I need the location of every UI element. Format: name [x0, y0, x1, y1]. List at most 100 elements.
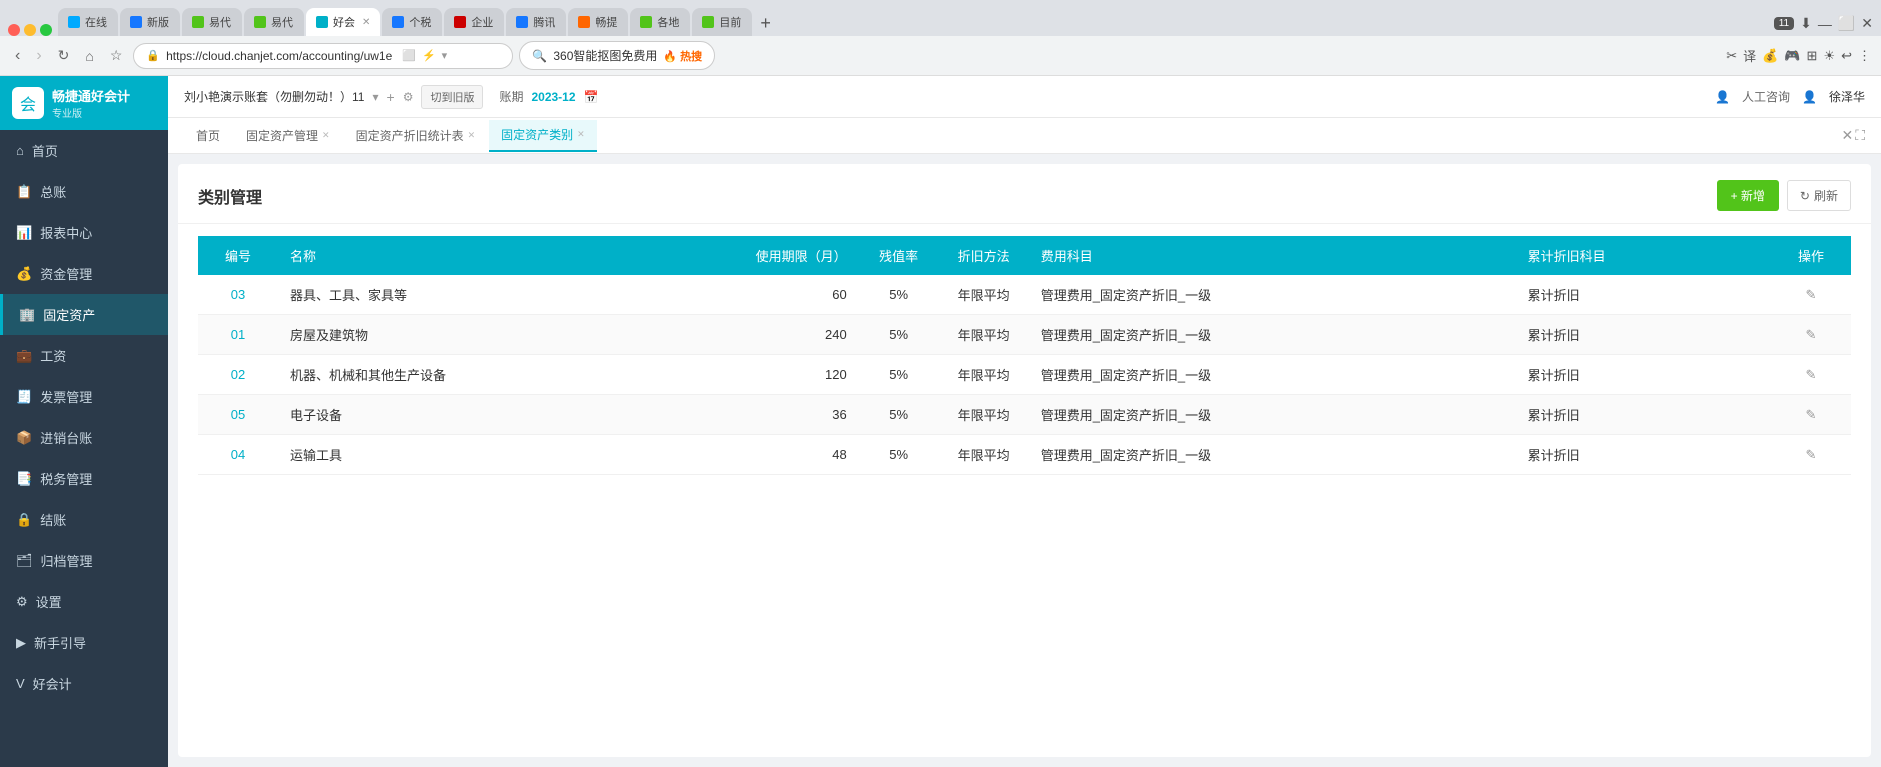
reload-button[interactable]: ↻: [53, 44, 75, 67]
username[interactable]: 徐泽华: [1829, 88, 1865, 105]
funds-icon: 💰: [16, 266, 32, 282]
cell-period: 60: [729, 275, 859, 315]
bookmark-button[interactable]: ☆: [105, 44, 128, 67]
cell-code[interactable]: 03: [198, 275, 278, 315]
cell-expense-subject: 管理费用_固定资产折旧_一级: [1029, 275, 1516, 315]
dropdown-icon[interactable]: ▾: [442, 49, 448, 62]
cell-name: 机器、机械和其他生产设备: [278, 355, 729, 395]
cell-expense-subject: 管理费用_固定资产折旧_一级: [1029, 435, 1516, 475]
tab-home[interactable]: 首页: [184, 120, 232, 152]
address-bar[interactable]: 🔒 https://cloud.chanjet.com/accounting/u…: [133, 43, 513, 69]
browser-tab[interactable]: 个税: [382, 8, 442, 36]
site-info-icon[interactable]: ⬜: [402, 49, 416, 62]
sidebar-item-archive[interactable]: 🗂 归档管理: [0, 540, 168, 581]
consult-label[interactable]: 人工咨询: [1742, 88, 1790, 105]
browser-tab[interactable]: 易代: [182, 8, 242, 36]
cell-action[interactable]: ✎: [1771, 275, 1851, 315]
cell-action[interactable]: ✎: [1771, 395, 1851, 435]
home-button[interactable]: ⌂: [80, 45, 98, 67]
browser-tab[interactable]: 目前: [692, 8, 752, 36]
sidebar-item-tax[interactable]: 📑 税务管理: [0, 458, 168, 499]
tab-close-dep-icon[interactable]: ✕: [468, 130, 476, 141]
win-max-btn[interactable]: [40, 24, 52, 36]
sidebar-item-guide[interactable]: ▶ 新手引导: [0, 622, 168, 663]
cell-action[interactable]: ✎: [1771, 355, 1851, 395]
sidebar-item-reports[interactable]: 📊 报表中心: [0, 212, 168, 253]
grid-icon[interactable]: ⊞: [1807, 48, 1818, 64]
browser-tab[interactable]: 新版: [120, 8, 180, 36]
tab-fixed-asset-depreciation[interactable]: 固定资产折旧统计表 ✕: [344, 120, 488, 152]
switch-old-version-button[interactable]: 切到旧版: [421, 85, 483, 109]
fixed-assets-icon: 🏢: [19, 307, 35, 323]
cell-expense-subject: 管理费用_固定资产折旧_一级: [1029, 355, 1516, 395]
calendar-icon[interactable]: 📅: [584, 90, 599, 104]
add-account-button[interactable]: +: [387, 89, 395, 105]
tab-panel-expand-icon[interactable]: ⛶: [1855, 127, 1865, 144]
undo-icon[interactable]: ↩: [1841, 48, 1852, 64]
minimize-icon[interactable]: —: [1818, 16, 1832, 32]
col-period: 使用期限（月）: [729, 236, 859, 275]
table-container: 编号 名称 使用期限（月） 残值率 折旧方法 费用科目 累计折旧科目 操作 03…: [178, 224, 1871, 487]
page-title: 类别管理: [198, 184, 262, 208]
tab-close-mgmt-icon[interactable]: ✕: [322, 130, 330, 141]
sidebar-item-invoice[interactable]: 🧾 发票管理: [0, 376, 168, 417]
tab-fixed-asset-category[interactable]: 固定资产类别 ✕: [489, 120, 597, 152]
expand-icon[interactable]: ▾: [372, 90, 378, 104]
cell-code[interactable]: 05: [198, 395, 278, 435]
refresh-button[interactable]: ↻ 刷新: [1787, 180, 1851, 211]
sidebar-item-fixed-assets[interactable]: 🏢 固定资产: [0, 294, 168, 335]
win-close-btn[interactable]: [8, 24, 20, 36]
win-min-btn[interactable]: [24, 24, 36, 36]
forward-button[interactable]: ›: [31, 44, 46, 68]
back-button[interactable]: ‹: [10, 44, 25, 68]
sidebar-item-ledger[interactable]: 📋 总账: [0, 171, 168, 212]
hot-label: 🔥 热搜: [663, 48, 702, 64]
table-row: 04 运输工具 48 5% 年限平均 管理费用_固定资产折旧_一级 累计折旧 ✎: [198, 435, 1851, 475]
cell-name: 运输工具: [278, 435, 729, 475]
browser-tab-active[interactable]: 好会 ✕: [306, 8, 380, 36]
maximize-icon[interactable]: ⬜: [1838, 15, 1855, 32]
browser-tab[interactable]: 在线: [58, 8, 118, 36]
sidebar-item-inventory[interactable]: 📦 进销台账: [0, 417, 168, 458]
settings-gear-icon[interactable]: ⚙: [403, 90, 414, 104]
browser-tab[interactable]: 畅提: [568, 8, 628, 36]
sidebar-item-more[interactable]: V 好会计: [0, 663, 168, 704]
tab-fixed-asset-mgmt[interactable]: 固定资产管理 ✕: [234, 120, 342, 152]
topbar: 刘小艳演示账套（勿删勿动！）11 ▾ + ⚙ 切到旧版 账期 2023-12 📅…: [168, 76, 1881, 118]
browser-tab[interactable]: 易代: [244, 8, 304, 36]
menu-icon[interactable]: ⋮: [1858, 48, 1871, 64]
tab-close-cat-icon[interactable]: ✕: [577, 129, 585, 140]
new-tab-button[interactable]: +: [754, 13, 777, 34]
sidebar-item-funds[interactable]: 💰 资金管理: [0, 253, 168, 294]
page-header: 类别管理 + 新增 ↻ 刷新: [178, 164, 1871, 224]
cell-action[interactable]: ✎: [1771, 435, 1851, 475]
tab-close-icon[interactable]: ✕: [362, 17, 370, 28]
cell-code[interactable]: 02: [198, 355, 278, 395]
content-area: 刘小艳演示账套（勿删勿动！）11 ▾ + ⚙ 切到旧版 账期 2023-12 📅…: [168, 76, 1881, 767]
browser-tab[interactable]: 企业: [444, 8, 504, 36]
scissors-icon[interactable]: ✂: [1726, 48, 1737, 64]
wallet-icon[interactable]: 💰: [1762, 48, 1778, 64]
cell-code[interactable]: 04: [198, 435, 278, 475]
translate-icon[interactable]: 译: [1743, 46, 1756, 65]
browser-tab[interactable]: 腾讯: [506, 8, 566, 36]
browser-tab[interactable]: 各地: [630, 8, 690, 36]
logo-sub: 专业版: [52, 105, 130, 120]
salary-icon: 💼: [16, 348, 32, 364]
search-box[interactable]: 🔍 360智能抠图免费用 🔥 热搜: [519, 41, 715, 70]
game-icon[interactable]: 🎮: [1784, 48, 1800, 64]
cell-accum-subject: 累计折旧: [1516, 315, 1771, 355]
sidebar-item-home[interactable]: ⌂ 首页: [0, 130, 168, 171]
user-avatar-icon: 👤: [1802, 90, 1817, 104]
sidebar-item-closing[interactable]: 🔒 结账: [0, 499, 168, 540]
logo-icon: 会: [12, 87, 44, 119]
add-button[interactable]: + 新增: [1717, 180, 1779, 211]
sidebar-item-salary[interactable]: 💼 工资: [0, 335, 168, 376]
cell-action[interactable]: ✎: [1771, 315, 1851, 355]
tab-panel-close-icon[interactable]: ✕: [1841, 127, 1853, 144]
brightness-icon[interactable]: ☀: [1823, 48, 1835, 64]
col-residual: 残值率: [859, 236, 939, 275]
cell-code[interactable]: 01: [198, 315, 278, 355]
sidebar-item-settings[interactable]: ⚙ 设置: [0, 581, 168, 622]
window-close-icon[interactable]: ✕: [1861, 15, 1873, 32]
